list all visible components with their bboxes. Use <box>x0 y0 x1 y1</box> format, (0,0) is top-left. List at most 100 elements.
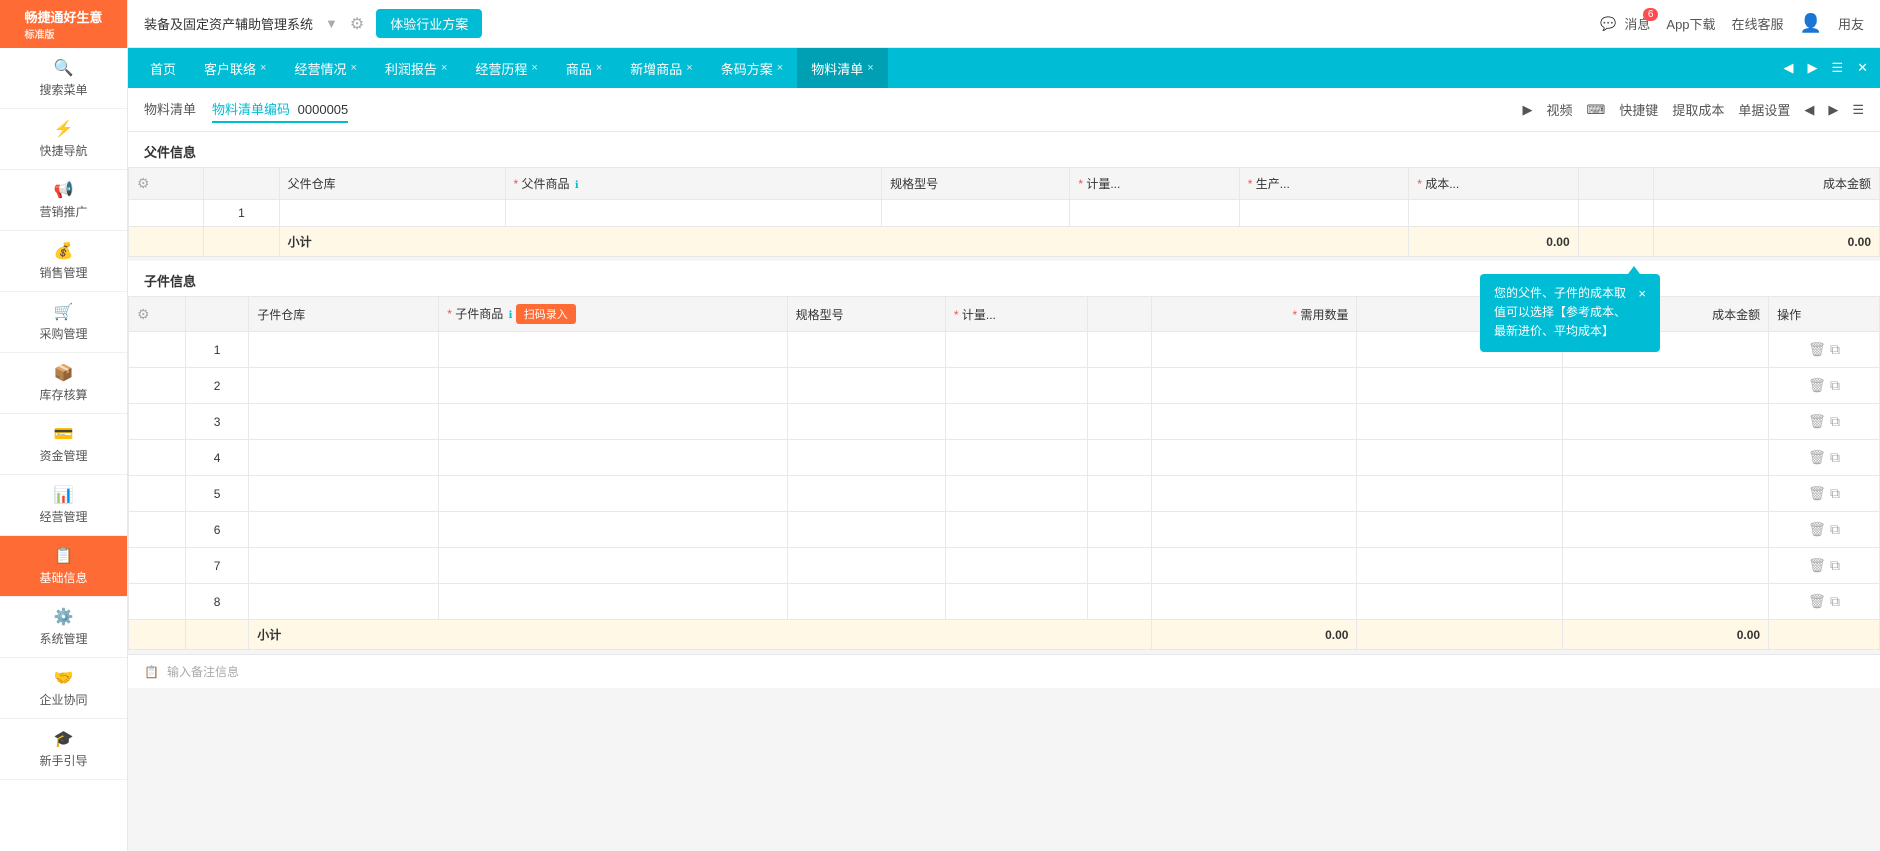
child-row-spec[interactable] <box>787 368 945 404</box>
delete-icon[interactable]: 🗑 <box>1808 341 1826 358</box>
child-row-unit-cost[interactable] <box>1357 476 1563 512</box>
child-row-warehouse[interactable] <box>249 512 439 548</box>
child-row-unit[interactable] <box>945 332 1087 368</box>
child-row-goods[interactable] <box>439 332 787 368</box>
sidebar-item-sales[interactable]: 💰 销售管理 <box>0 231 127 292</box>
app-download-link[interactable]: App下载 <box>1666 14 1715 33</box>
breadcrumb-right-arrow[interactable]: ▶ <box>1828 102 1838 118</box>
child-row-unit[interactable] <box>945 548 1087 584</box>
breadcrumb-tab-detail[interactable]: 物料清单编码 0000005 <box>212 96 348 123</box>
sidebar-item-inventory[interactable]: 📦 库存核算 <box>0 353 127 414</box>
tab-left-arrow[interactable]: ◀ <box>1779 60 1797 76</box>
parent-row-1-unit[interactable] <box>1070 200 1239 227</box>
sidebar-item-finance[interactable]: 💳 资金管理 <box>0 414 127 475</box>
child-row-qty[interactable] <box>1151 548 1357 584</box>
child-row-goods[interactable] <box>439 404 787 440</box>
child-row-spec[interactable] <box>787 476 945 512</box>
tab-home[interactable]: 首页 <box>136 48 190 88</box>
child-row-unit[interactable] <box>945 404 1087 440</box>
tab-history-close[interactable]: × <box>531 62 537 74</box>
tab-profit-close[interactable]: × <box>441 62 447 74</box>
child-row-goods[interactable] <box>439 440 787 476</box>
child-row-qty[interactable] <box>1151 440 1357 476</box>
online-service-link[interactable]: 在线客服 <box>1732 14 1784 33</box>
message-wrapper[interactable]: 💬 6 消息 <box>1600 14 1650 33</box>
child-row-spec[interactable] <box>787 404 945 440</box>
child-row-unit-cost[interactable] <box>1357 440 1563 476</box>
delete-icon[interactable]: 🗑 <box>1808 593 1826 610</box>
sidebar-item-marketing[interactable]: 📢 营销推广 <box>0 170 127 231</box>
dropdown-icon[interactable]: ▼ <box>325 16 338 31</box>
child-row-warehouse[interactable] <box>249 548 439 584</box>
view-label[interactable]: 视频 <box>1547 100 1573 119</box>
tab-goods-close[interactable]: × <box>596 62 602 74</box>
tab-profit[interactable]: 利润报告 × <box>371 48 461 88</box>
tab-customer[interactable]: 客户联络 × <box>190 48 280 88</box>
child-row-qty[interactable] <box>1151 404 1357 440</box>
copy-icon[interactable]: ⧉ <box>1830 557 1840 574</box>
delete-icon[interactable]: 🗑 <box>1808 485 1826 502</box>
tab-barcode[interactable]: 条码方案 × <box>707 48 797 88</box>
child-row-spec[interactable] <box>787 440 945 476</box>
trial-button[interactable]: 体验行业方案 <box>376 9 482 38</box>
shortcut-label[interactable]: 快捷键 <box>1619 100 1658 119</box>
copy-icon[interactable]: ⧉ <box>1830 341 1840 358</box>
child-row-goods[interactable] <box>439 476 787 512</box>
parent-row-1-goods[interactable] <box>505 200 882 227</box>
child-row-goods[interactable] <box>439 368 787 404</box>
child-row-unit-cost[interactable] <box>1357 548 1563 584</box>
parent-col-settings[interactable]: ⚙ <box>129 168 204 200</box>
tab-operation[interactable]: 经营情况 × <box>280 48 370 88</box>
tab-menu-icon[interactable]: ☰ <box>1827 60 1847 76</box>
sidebar-item-system[interactable]: ⚙️ 系统管理 <box>0 597 127 658</box>
tab-right-arrow[interactable]: ▶ <box>1803 60 1821 76</box>
parent-row-1-produce[interactable] <box>1239 200 1408 227</box>
delete-icon[interactable]: 🗑 <box>1808 413 1826 430</box>
sidebar-item-quicknav[interactable]: ⚡ 快捷导航 <box>0 109 127 170</box>
parent-row-1-spec[interactable] <box>882 200 1070 227</box>
child-row-spec[interactable] <box>787 548 945 584</box>
copy-icon[interactable]: ⧉ <box>1830 485 1840 502</box>
child-row-unit-cost[interactable] <box>1357 512 1563 548</box>
breadcrumb-tab-list[interactable]: 物料清单 <box>144 96 196 123</box>
sidebar-item-ops[interactable]: 📊 经营管理 <box>0 475 127 536</box>
child-row-unit-cost[interactable] <box>1357 584 1563 620</box>
tab-goods[interactable]: 商品 × <box>552 48 616 88</box>
child-row-warehouse[interactable] <box>249 332 439 368</box>
extract-cost-label[interactable]: 提取成本 <box>1672 100 1724 119</box>
child-row-unit[interactable] <box>945 368 1087 404</box>
bottom-hint-text[interactable]: 输入备注信息 <box>167 663 239 680</box>
settings-icon[interactable]: ⚙ <box>350 14 364 34</box>
sidebar-item-corp[interactable]: 🤝 企业协同 <box>0 658 127 719</box>
copy-icon[interactable]: ⧉ <box>1830 521 1840 538</box>
tab-bom-close[interactable]: × <box>867 62 873 74</box>
child-row-warehouse[interactable] <box>249 368 439 404</box>
child-row-spec[interactable] <box>787 512 945 548</box>
tab-new-goods[interactable]: 新增商品 × <box>616 48 706 88</box>
sidebar-item-search[interactable]: 🔍 搜索菜单 <box>0 48 127 109</box>
breadcrumb-menu-icon[interactable]: ☰ <box>1852 102 1864 118</box>
tab-bom[interactable]: 物料清单 × <box>797 48 887 88</box>
scan-input-button[interactable]: 扫码录入 <box>516 304 576 324</box>
child-col-settings[interactable]: ⚙ <box>129 297 186 332</box>
sidebar-item-purchase[interactable]: 🛒 采购管理 <box>0 292 127 353</box>
child-row-warehouse[interactable] <box>249 440 439 476</box>
tab-history[interactable]: 经营历程 × <box>461 48 551 88</box>
copy-icon[interactable]: ⧉ <box>1830 377 1840 394</box>
delete-icon[interactable]: 🗑 <box>1808 521 1826 538</box>
delete-icon[interactable]: 🗑 <box>1808 557 1826 574</box>
copy-icon[interactable]: ⧉ <box>1830 449 1840 466</box>
child-row-goods[interactable] <box>439 584 787 620</box>
breadcrumb-left-arrow[interactable]: ◀ <box>1804 102 1814 118</box>
tooltip-close-button[interactable]: × <box>1638 284 1646 305</box>
child-row-unit[interactable] <box>945 476 1087 512</box>
child-row-unit-cost[interactable] <box>1357 404 1563 440</box>
child-row-goods[interactable] <box>439 548 787 584</box>
child-row-unit[interactable] <box>945 512 1087 548</box>
child-row-qty[interactable] <box>1151 584 1357 620</box>
child-row-unit[interactable] <box>945 440 1087 476</box>
child-row-qty[interactable] <box>1151 332 1357 368</box>
child-row-qty[interactable] <box>1151 368 1357 404</box>
sidebar-item-guide[interactable]: 🎓 新手引导 <box>0 719 127 780</box>
parent-row-1-warehouse[interactable] <box>279 200 505 227</box>
